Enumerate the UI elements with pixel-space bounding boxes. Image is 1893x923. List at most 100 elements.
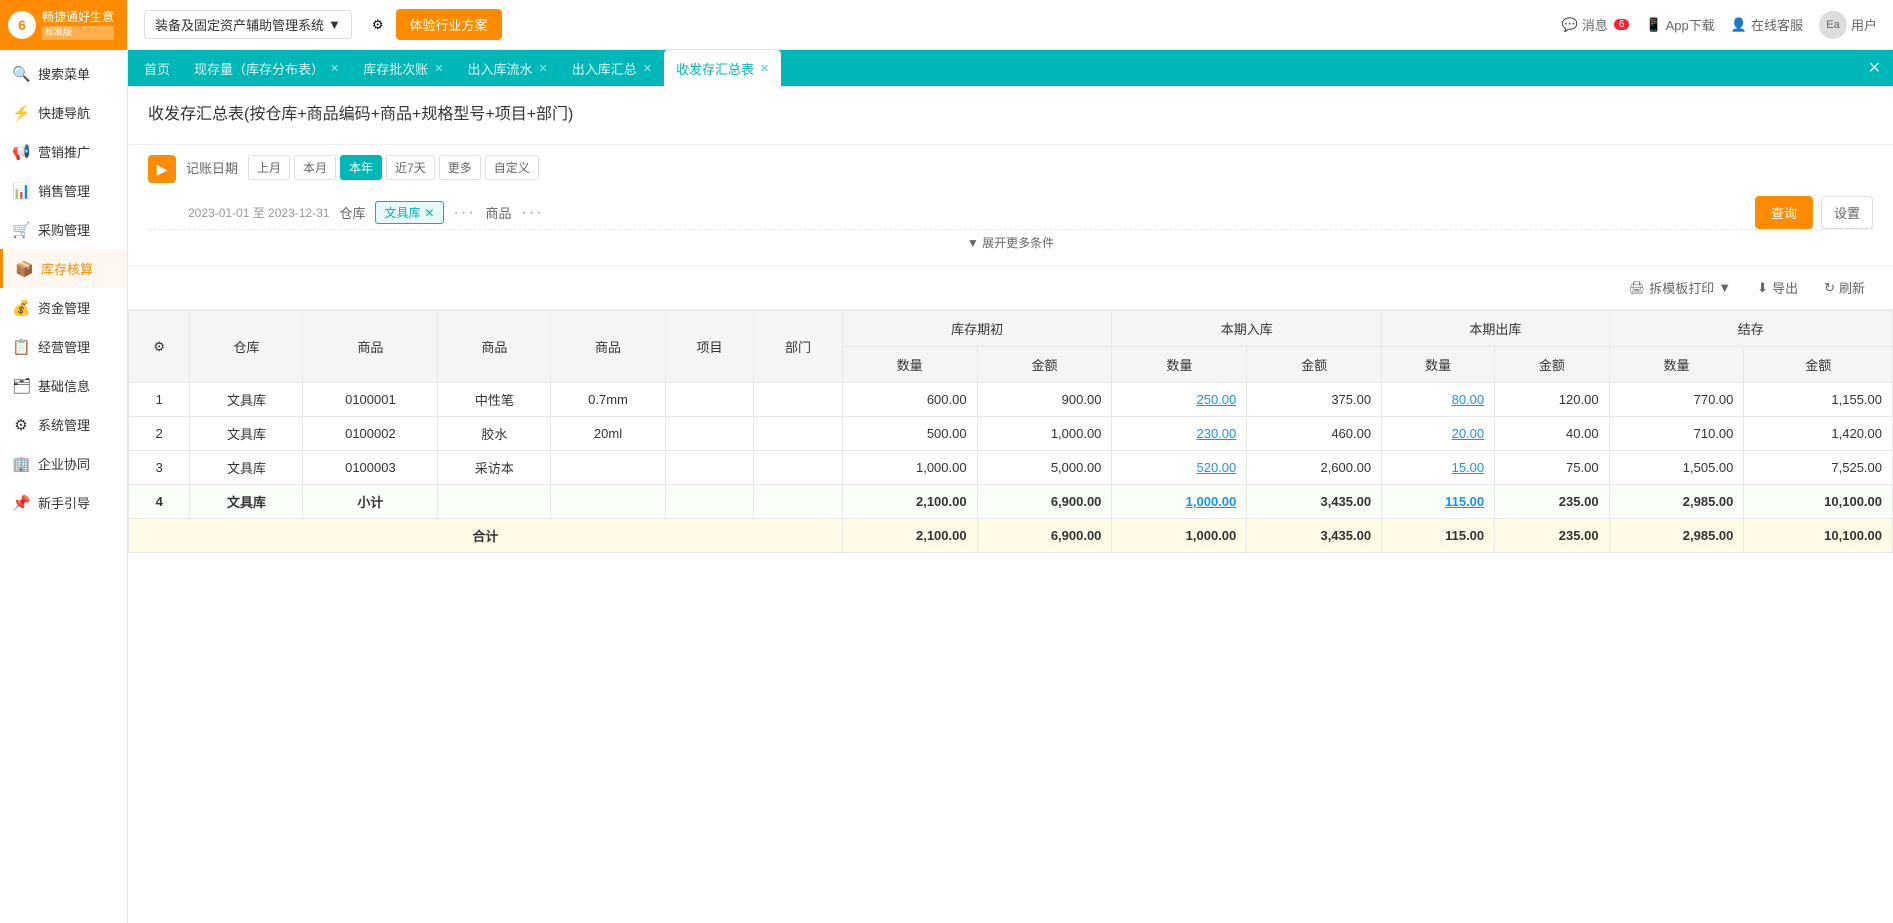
table-toolbar: 🖨 拆模板打印 ▼ ⬇ 导出 ↻ 刷新 [128,266,1893,310]
th-name: 商品 [438,311,551,383]
td-sub-in-amt: 3,435.00 [1247,485,1382,519]
th-settings[interactable]: ⚙ [129,311,190,383]
td-sub-in-qty[interactable]: 1,000.00 [1112,485,1247,519]
print-button[interactable]: 🖨 拆模板打印 ▼ [1621,274,1739,301]
user-menu[interactable]: Ea 用户 [1819,11,1877,39]
collab-icon: 🏢 [12,455,30,473]
app-download-button[interactable]: 📱 App下载 [1645,15,1714,34]
td-bal-amt: 1,155.00 [1744,383,1893,417]
export-button[interactable]: ⬇ 导出 [1749,274,1806,301]
online-service-button[interactable]: 👤 在线客服 [1731,15,1803,34]
td-no: 3 [129,451,190,485]
tab-close-inout-flow[interactable]: ✕ [539,62,548,75]
sidebar-item-purchase[interactable]: 🛒 采购管理 [0,210,127,249]
refresh-icon: ↻ [1824,280,1835,296]
sidebar-item-guide[interactable]: 📌 新手引导 [0,483,127,522]
sidebar-item-inventory[interactable]: 📦 库存核算 [0,249,127,288]
warehouse-tag-close[interactable]: ✕ [424,206,434,220]
th-in-qty: 数量 [1112,347,1247,383]
tab-close-stock[interactable]: ✕ [330,62,339,75]
system-select[interactable]: 装备及固定资产辅助管理系统 ▼ [144,10,352,39]
sales-icon: 📊 [12,182,30,200]
td-spec: 0.7mm [551,383,665,417]
td-in-qty-link[interactable]: 520.00 [1112,451,1247,485]
filter-toggle-button[interactable]: ▶ [148,155,176,183]
sidebar-item-system[interactable]: ⚙ 系统管理 [0,405,127,444]
page-title: 收发存汇总表(按仓库+商品编码+商品+规格型号+项目+部门) [148,100,1873,124]
sidebar-nav: 🔍 搜索菜单 ⚡ 快捷导航 📢 营销推广 📊 销售管理 🛒 采购管理 📦 库存核… [0,50,127,923]
td-start-amt: 1,000.00 [977,417,1112,451]
td-in-qty-link[interactable]: 250.00 [1112,383,1247,417]
td-start-qty: 1,000.00 [842,451,977,485]
td-out-qty-link[interactable]: 15.00 [1382,451,1495,485]
setting-button[interactable]: 设置 [1821,196,1873,229]
th-code: 商品 [303,311,438,383]
date-btn-more[interactable]: 更多 [439,155,481,180]
td-no: 2 [129,417,190,451]
date-btn-custom[interactable]: 自定义 [485,155,539,180]
sidebar-item-label: 经营管理 [38,337,90,356]
sidebar-item-sales[interactable]: 📊 销售管理 [0,171,127,210]
sidebar-item-finance[interactable]: 💰 资金管理 [0,288,127,327]
td-name: 中性笔 [438,383,551,417]
total-row: 合计 2,100.00 6,900.00 1,000.00 3,435.00 1… [129,519,1893,553]
td-warehouse: 文具库 [190,417,303,451]
tab-inout-flow[interactable]: 出入库流水 ✕ [455,50,559,86]
td-total-out-amt: 235.00 [1495,519,1609,553]
td-dept [754,383,843,417]
td-subtotal-warehouse: 文具库 [190,485,303,519]
sidebar-item-base[interactable]: 🗂 基础信息 [0,366,127,405]
td-spec [551,451,665,485]
tab-stock[interactable]: 现存量（库存分布表） ✕ [182,50,351,86]
print-icon: 🖨 [1629,280,1646,296]
date-btn-7days[interactable]: 近7天 [386,155,435,180]
flash-icon: ⚡ [12,104,30,122]
query-button[interactable]: 查询 [1755,196,1813,229]
sidebar-item-quicknav[interactable]: ⚡ 快捷导航 [0,93,127,132]
tab-receive-summary[interactable]: 收发存汇总表 ✕ [664,50,781,86]
gear-icon[interactable]: ⚙ [372,17,384,33]
sidebar-item-search[interactable]: 🔍 搜索菜单 [0,54,127,93]
tab-close-receive-summary[interactable]: ✕ [760,62,769,75]
message-button[interactable]: 💬 消息 6 [1562,15,1630,34]
sidebar: 6 畅捷通好生意 标准版 🔍 搜索菜单 ⚡ 快捷导航 📢 营销推广 📊 销售管理… [0,0,128,923]
system-name: 装备及固定资产辅助管理系统 [155,15,324,34]
sidebar-item-operations[interactable]: 📋 经营管理 [0,327,127,366]
base-icon: 🗂 [12,377,30,395]
date-range: 2023-01-01 至 2023-12-31 [188,204,329,221]
page-content: 收发存汇总表(按仓库+商品编码+商品+规格型号+项目+部门) ▶ 记账日期 上月… [128,86,1893,923]
date-btn-this-year[interactable]: 本年 [340,155,382,180]
th-start-qty: 数量 [842,347,977,383]
date-btn-this-month[interactable]: 本月 [294,155,336,180]
sidebar-item-label: 库存核算 [41,259,93,278]
td-in-qty-link[interactable]: 230.00 [1112,417,1247,451]
tab-close-inout-summary[interactable]: ✕ [643,62,652,75]
td-out-qty-link[interactable]: 80.00 [1382,383,1495,417]
sidebar-item-marketing[interactable]: 📢 营销推广 [0,132,127,171]
sidebar-item-collab[interactable]: 🏢 企业协同 [0,444,127,483]
th-period-in: 本期入库 [1112,311,1382,347]
warehouse-more-dots[interactable]: ··· [454,204,476,222]
th-in-amt: 金额 [1247,347,1382,383]
experience-button[interactable]: 体验行业方案 [396,9,502,40]
tab-close-batch[interactable]: ✕ [434,62,443,75]
logo-icon: 6 [8,11,36,39]
td-warehouse: 文具库 [190,383,303,417]
goods-more-dots[interactable]: ··· [522,204,544,222]
tab-batch[interactable]: 库存批次账 ✕ [351,50,455,86]
tab-inout-summary[interactable]: 出入库汇总 ✕ [560,50,664,86]
td-sub-out-qty[interactable]: 115.00 [1382,485,1495,519]
tab-home[interactable]: 首页 [132,50,182,86]
td-total-bal-qty: 2,985.00 [1609,519,1744,553]
refresh-button[interactable]: ↻ 刷新 [1816,274,1873,301]
subtotal-row: 4 文具库 小计 2,100.00 6,900.00 1,000.00 3,43… [129,485,1893,519]
td-in-amt: 460.00 [1247,417,1382,451]
close-all-tabs[interactable]: ✕ [1860,58,1889,78]
sidebar-item-label: 新手引导 [38,493,90,512]
td-code: 0100002 [303,417,438,451]
td-out-qty-link[interactable]: 20.00 [1382,417,1495,451]
expand-conditions-button[interactable]: ▼ 展开更多条件 [148,229,1873,255]
date-btn-last-month[interactable]: 上月 [248,155,290,180]
warehouse-label: 仓库 [339,203,365,222]
chevron-down-icon: ▼ [1718,280,1731,295]
